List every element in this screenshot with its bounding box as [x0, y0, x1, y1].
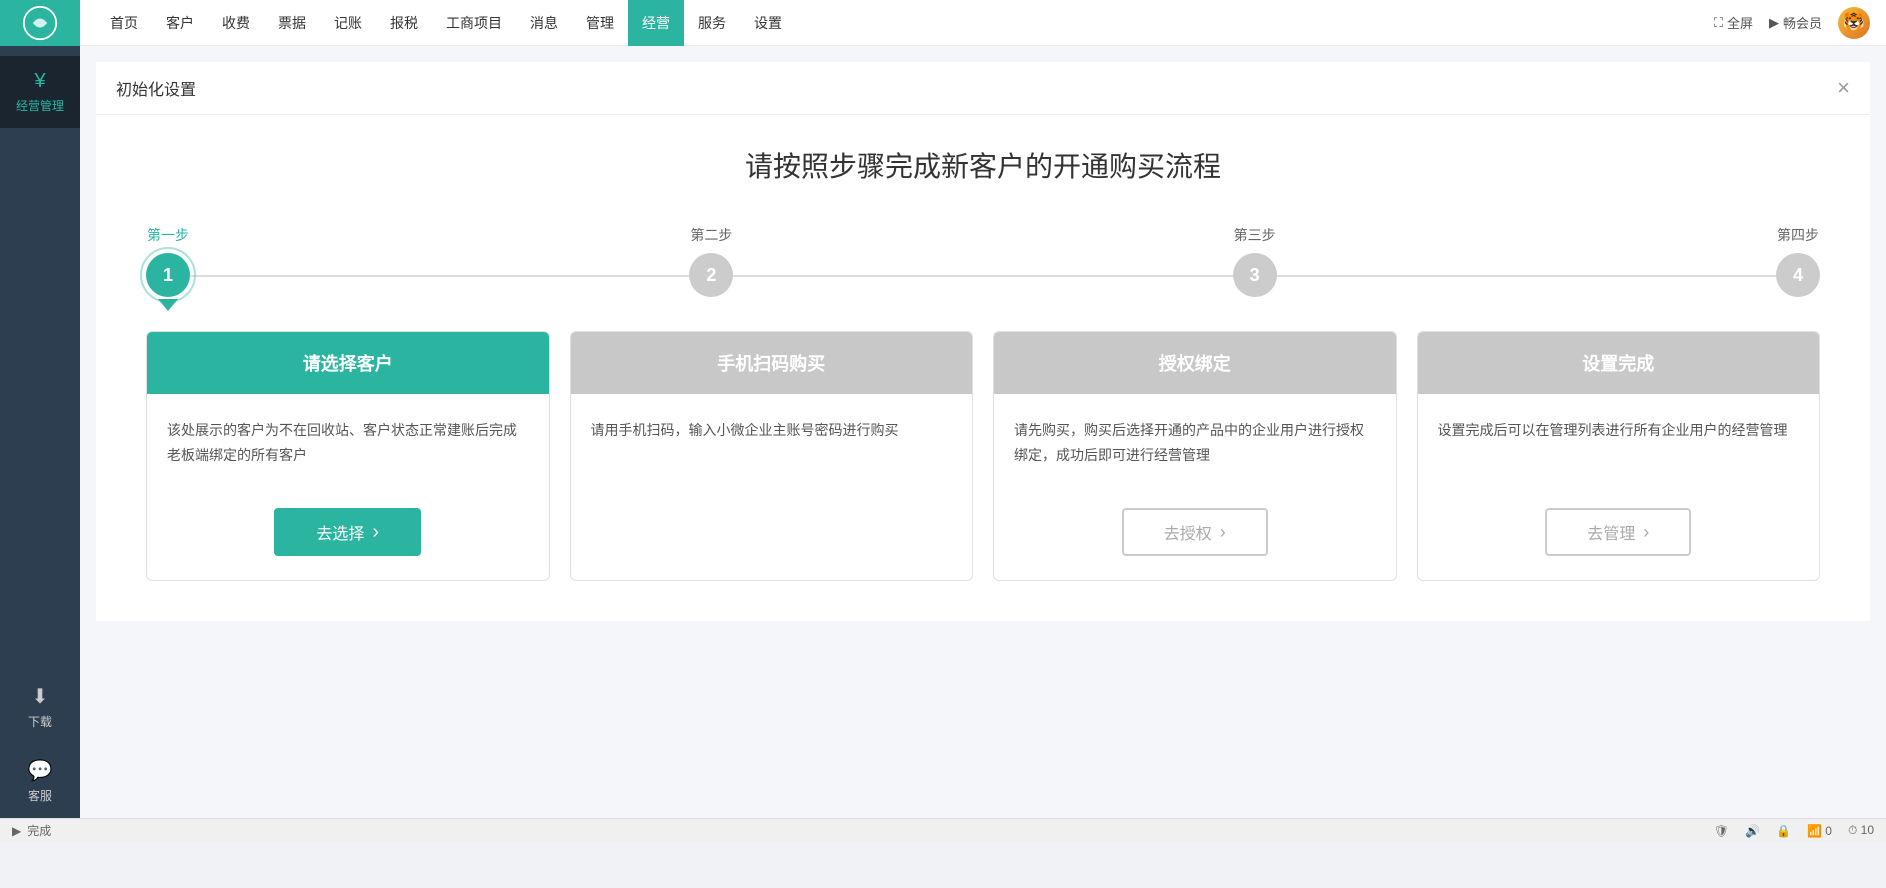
fullscreen-icon: ⛶ [1714, 15, 1723, 31]
play-icon: ▶ [1769, 15, 1779, 31]
setup-area: 请按照步骤完成新客户的开通购买流程 第一步 1 第二步 2 [96, 115, 1870, 621]
step-4-wrapper: 第四步 4 [1776, 225, 1820, 297]
nav-accounting[interactable]: 记账 [320, 0, 376, 46]
nav-message[interactable]: 消息 [516, 0, 572, 46]
step-1-wrapper: 第一步 1 [146, 225, 190, 311]
page-title: 初始化设置 [116, 76, 196, 100]
lock-icon: 🔒 [1776, 824, 1791, 838]
step-3-wrapper: 第三步 3 [1233, 225, 1277, 297]
step-3-circle: 3 [1233, 253, 1277, 297]
card-3-body: 请先购买，购买后选择开通的产品中的企业用户进行授权绑定，成功后即可进行经营管理 [994, 394, 1396, 492]
sidebar-bottom: ⬇ 下载 💬 客服 [0, 670, 80, 818]
step-2-circle: 2 [689, 253, 733, 297]
card-1-header: 请选择客户 [147, 332, 549, 394]
cards-row: 请选择客户 该处展示的客户为不在回收站、客户状态正常建账后完成老板端绑定的所有客… [146, 331, 1820, 581]
step-arrow-3 [1277, 275, 1776, 277]
page-header: 初始化设置 × [96, 62, 1870, 115]
status-label: 完成 [27, 822, 51, 839]
status-bar-right: 🛡 🔊 🔒 📶 0 ⏱ 10 [1714, 823, 1874, 838]
card-2: 手机扫码购买 请用手机扫码，输入小微企业主账号密码进行购买 [570, 331, 974, 581]
step-4-label: 第四步 [1777, 225, 1819, 245]
card-4: 设置完成 设置完成后可以在管理列表进行所有企业用户的经营管理 去管理 › [1417, 331, 1821, 581]
card-3-footer: 去授权 › [994, 492, 1396, 580]
status-bar: ▶ 完成 🛡 🔊 🔒 📶 0 ⏱ 10 [0, 818, 1886, 842]
volume-icon: 🔊 [1745, 824, 1760, 838]
support-icon: 💬 [28, 758, 53, 783]
app-logo [0, 0, 80, 46]
nav-settings[interactable]: 设置 [740, 0, 796, 46]
steps-row: 第一步 1 第二步 2 第三步 3 [146, 225, 1820, 311]
manage-arrow-icon: › [1643, 522, 1649, 543]
sidebar-support[interactable]: 💬 客服 [0, 744, 80, 818]
card-3-header: 授权绑定 [994, 332, 1396, 394]
network-status: 📶 0 [1807, 824, 1832, 838]
yen-icon: ¥ [34, 70, 45, 93]
nav-tax[interactable]: 报税 [376, 0, 432, 46]
sidebar-download-label: 下载 [28, 713, 52, 730]
nav-billing[interactable]: 收费 [208, 0, 264, 46]
setup-main-title: 请按照步骤完成新客户的开通购买流程 [146, 145, 1820, 185]
fullscreen-btn[interactable]: ⛶ 全屏 [1714, 13, 1753, 32]
nav-home[interactable]: 首页 [96, 0, 152, 46]
go-manage-button[interactable]: 去管理 › [1545, 508, 1691, 556]
sidebar-item-operation[interactable]: ¥ 经营管理 [0, 56, 80, 128]
nav-invoice[interactable]: 票据 [264, 0, 320, 46]
nav-manage[interactable]: 管理 [572, 0, 628, 46]
sidebar-item-label: 经营管理 [16, 97, 64, 114]
card-1-footer: 去选择 › [147, 492, 549, 580]
card-4-body: 设置完成后可以在管理列表进行所有企业用户的经营管理 [1418, 394, 1820, 492]
step-2-wrapper: 第二步 2 [689, 225, 733, 297]
close-button[interactable]: × [1837, 77, 1850, 99]
card-2-header: 手机扫码购买 [571, 332, 973, 394]
nav-right: ⛶ 全屏 ▶ 畅会员 🐯 [1714, 7, 1870, 39]
nav-customer[interactable]: 客户 [152, 0, 208, 46]
member-btn[interactable]: ▶ 畅会员 [1769, 13, 1822, 32]
nav-operation[interactable]: 经营 [628, 0, 684, 46]
card-4-header: 设置完成 [1418, 332, 1820, 394]
go-select-button[interactable]: 去选择 › [274, 508, 421, 556]
download-icon: ⬇ [32, 684, 49, 709]
select-arrow-icon: › [372, 521, 379, 544]
step-1-circle: 1 [146, 253, 190, 297]
nav-menu: 首页 客户 收费 票据 记账 报税 工商项目 消息 管理 经营 服务 设置 [96, 0, 796, 46]
sidebar-download[interactable]: ⬇ 下载 [0, 670, 80, 744]
authorize-arrow-icon: › [1220, 522, 1226, 543]
user-avatar[interactable]: 🐯 [1838, 7, 1870, 39]
card-3: 授权绑定 请先购买，购买后选择开通的产品中的企业用户进行授权绑定，成功后即可进行… [993, 331, 1397, 581]
card-1-body: 该处展示的客户为不在回收站、客户状态正常建账后完成老板端绑定的所有客户 [147, 394, 549, 492]
step-4-circle: 4 [1776, 253, 1820, 297]
play-status-icon: ▶ [12, 824, 21, 838]
card-2-body: 请用手机扫码，输入小微企业主账号密码进行购买 [571, 394, 973, 540]
sidebar: ¥ 经营管理 ⬇ 下载 💬 客服 [0, 46, 80, 818]
nav-service[interactable]: 服务 [684, 0, 740, 46]
step-arrow-1 [190, 275, 689, 277]
step-2-label: 第二步 [690, 225, 732, 245]
sidebar-support-label: 客服 [28, 787, 52, 804]
shield-icon: 🛡 [1714, 824, 1729, 838]
top-nav: 首页 客户 收费 票据 记账 报税 工商项目 消息 管理 经营 服务 设置 ⛶ … [80, 0, 1886, 46]
card-4-footer: 去管理 › [1418, 492, 1820, 580]
card-1: 请选择客户 该处展示的客户为不在回收站、客户状态正常建账后完成老板端绑定的所有客… [146, 331, 550, 581]
card-2-footer [571, 540, 973, 580]
step-3-label: 第三步 [1234, 225, 1276, 245]
main-content: 初始化设置 × 请按照步骤完成新客户的开通购买流程 第一步 1 第二步 2 [80, 46, 1886, 818]
nav-business[interactable]: 工商项目 [432, 0, 516, 46]
step-arrow-2 [733, 275, 1232, 277]
step-1-label: 第一步 [147, 225, 189, 245]
go-authorize-button[interactable]: 去授权 › [1122, 508, 1268, 556]
time-status: ⏱ 10 [1848, 823, 1874, 838]
